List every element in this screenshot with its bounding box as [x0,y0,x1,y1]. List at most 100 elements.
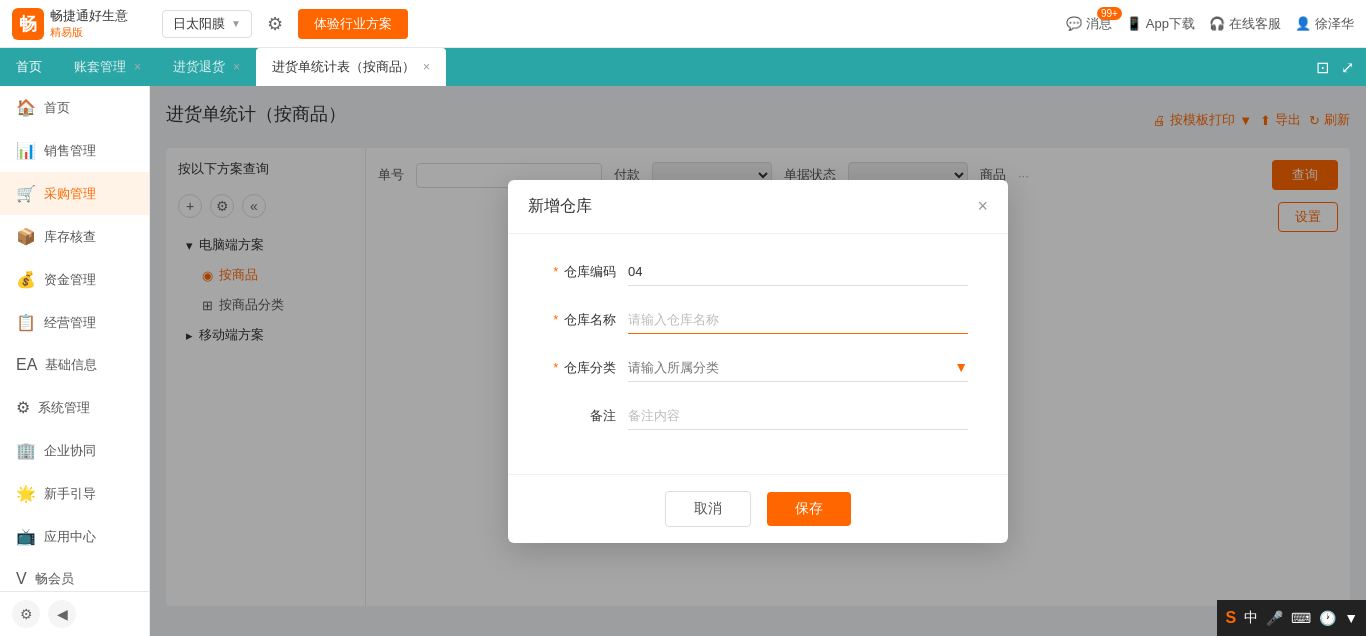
tab-purchase-stats-close[interactable]: × [423,60,430,74]
sidebar-label-app-center: 应用中心 [44,528,96,546]
sidebar-item-inventory[interactable]: 📦 库存核查 [0,215,149,258]
home-icon: 🏠 [16,98,36,117]
tab-purchase-return[interactable]: 进货退货 × [157,48,256,86]
sidebar-item-purchase[interactable]: 🛒 采购管理 [0,172,149,215]
code-input[interactable] [628,258,968,286]
user-profile-button[interactable]: 👤 徐泽华 [1295,15,1354,33]
tab-purchase-stats[interactable]: 进货单统计表（按商品） × [256,48,446,86]
header-right: 💬 消息 99+ 📱 App下载 🎧 在线客服 👤 徐泽华 [1066,15,1354,33]
app-icon: 📱 [1126,16,1142,31]
sidebar: 🏠 首页 📊 销售管理 🛒 采购管理 📦 库存核查 💰 资金管理 📋 经营管理 … [0,86,150,636]
code-label-text: 仓库编码 [564,264,616,279]
remark-label-text: 备注 [590,408,616,423]
sidebar-label-operation: 经营管理 [44,314,96,332]
sidebar-label-basic-info: 基础信息 [45,356,97,374]
member-icon: V [16,570,27,588]
purchase-icon: 🛒 [16,184,36,203]
name-label: * 仓库名称 [548,311,628,329]
sidebar-collapse-button[interactable]: ◀ [48,600,76,628]
name-label-text: 仓库名称 [564,312,616,327]
trial-button[interactable]: 体验行业方案 [298,9,408,39]
system-icon: ⚙ [16,398,30,417]
name-input[interactable] [628,306,968,334]
message-button[interactable]: 💬 消息 99+ [1066,15,1112,33]
user-icon: 👤 [1295,16,1311,31]
sidebar-item-system[interactable]: ⚙ 系统管理 [0,386,149,429]
sidebar-item-finance[interactable]: 💰 资金管理 [0,258,149,301]
category-form-label: * 仓库分类 [548,359,628,377]
tab-accounts[interactable]: 账套管理 × [58,48,157,86]
tab-purchase-return-close[interactable]: × [233,60,240,74]
modal-body: * 仓库编码 * 仓库名称 [508,234,1008,474]
keyboard-icon: ⌨ [1291,610,1311,626]
category-dropdown-arrow[interactable]: ▼ [954,359,968,375]
sidebar-label-sales: 销售管理 [44,142,96,160]
store-dropdown-arrow: ▼ [231,18,241,29]
required-star-name: * [553,312,558,327]
header-center: 日太阳膜 ▼ ⚙ 体验行业方案 [162,9,1066,39]
category-select-row: ▼ [628,354,968,382]
sidebar-item-home[interactable]: 🏠 首页 [0,86,149,129]
modal-close-button[interactable]: × [977,197,988,215]
sidebar-settings-button[interactable]: ⚙ [12,600,40,628]
heart-icon: ▼ [1344,610,1358,626]
store-name: 日太阳膜 [173,15,225,33]
sidebar-item-enterprise[interactable]: 🏢 企业协同 [0,429,149,472]
s-brand-icon: S [1225,609,1236,627]
sales-icon: 📊 [16,141,36,160]
tab-minimize-button[interactable]: ⊡ [1312,56,1333,79]
modal-dialog: 新增仓库 × * 仓库编码 * [508,180,1008,543]
form-row-code: * 仓库编码 [548,258,968,286]
sidebar-item-app-center[interactable]: 📺 应用中心 [0,515,149,558]
headset-icon: 🎧 [1209,16,1225,31]
clock-icon: 🕐 [1319,610,1336,626]
cancel-button[interactable]: 取消 [665,491,751,527]
sidebar-label-system: 系统管理 [38,399,90,417]
sidebar-bottom: ⚙ ◀ [0,591,149,636]
form-row-category: * 仓库分类 ▼ [548,354,968,382]
basic-info-icon: EA [16,356,37,374]
remark-input[interactable] [628,402,968,430]
tab-purchase-stats-label: 进货单统计表（按商品） [272,58,415,76]
app-label: App下载 [1146,15,1195,33]
tab-accounts-close[interactable]: × [134,60,141,74]
tab-expand-button[interactable]: ⤢ [1337,56,1358,79]
zh-icon: 中 [1244,609,1258,627]
logo-text: 畅捷通好生意 精易版 [50,7,128,40]
code-label: * 仓库编码 [548,263,628,281]
inventory-icon: 📦 [16,227,36,246]
tab-home[interactable]: 首页 [0,48,58,86]
save-button[interactable]: 保存 [767,492,851,526]
form-row-name: * 仓库名称 [548,306,968,334]
required-star-code: * [553,264,558,279]
modal-title: 新增仓库 [528,196,592,217]
logo-main-text: 畅捷通好生意 [50,7,128,25]
logo-sub-text: 精易版 [50,25,128,40]
app-download-button[interactable]: 📱 App下载 [1126,15,1195,33]
category-select-input[interactable] [628,354,954,381]
sidebar-label-inventory: 库存核查 [44,228,96,246]
mic-icon: 🎤 [1266,610,1283,626]
sidebar-label-member: 畅会员 [35,570,74,588]
sidebar-label-enterprise: 企业协同 [44,442,96,460]
store-selector[interactable]: 日太阳膜 ▼ [162,10,252,38]
sidebar-item-basic-info[interactable]: EA 基础信息 [0,344,149,386]
sidebar-label-home: 首页 [44,99,70,117]
sidebar-item-operation[interactable]: 📋 经营管理 [0,301,149,344]
nav-tabs: 首页 账套管理 × 进货退货 × 进货单统计表（按商品） × ⊡ ⤢ [0,48,1366,86]
user-name: 徐泽华 [1315,15,1354,33]
sidebar-label-finance: 资金管理 [44,271,96,289]
settings-icon-button[interactable]: ⚙ [260,9,290,39]
sidebar-item-guide[interactable]: 🌟 新手引导 [0,472,149,515]
tab-purchase-return-label: 进货退货 [173,58,225,76]
remark-label: 备注 [548,407,628,425]
bottom-right-bar: S 中 🎤 ⌨ 🕐 ▼ [1217,600,1366,636]
sidebar-item-sales[interactable]: 📊 销售管理 [0,129,149,172]
tab-accounts-label: 账套管理 [74,58,126,76]
logo-icon: 畅 [12,8,44,40]
online-service-button[interactable]: 🎧 在线客服 [1209,15,1281,33]
modal-overlay: 新增仓库 × * 仓库编码 * [150,86,1366,636]
tab-controls: ⊡ ⤢ [1312,56,1366,79]
operation-icon: 📋 [16,313,36,332]
form-row-remark: 备注 [548,402,968,430]
